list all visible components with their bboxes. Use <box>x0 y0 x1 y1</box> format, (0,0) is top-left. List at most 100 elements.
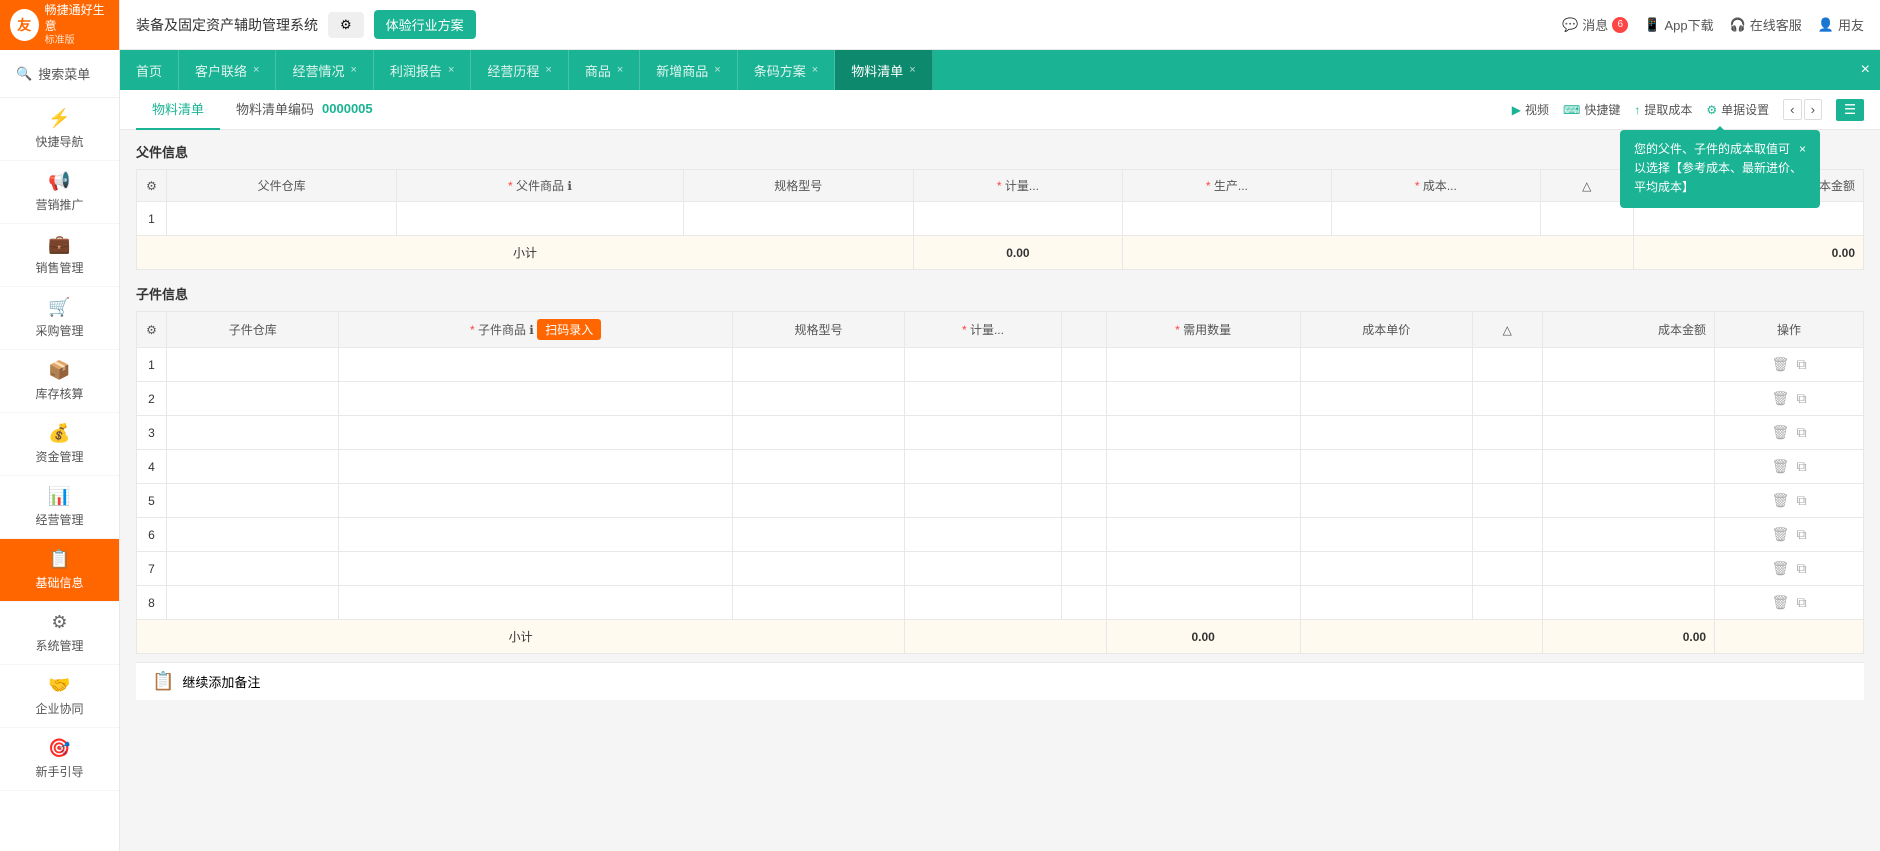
child-row-3-spec[interactable] <box>732 416 904 450</box>
shortcut-action[interactable]: ⌨ 快捷键 <box>1563 101 1620 118</box>
sidebar-item-11[interactable]: 🎯新手引导 <box>0 728 119 791</box>
child-row-2-unit[interactable] <box>905 382 1062 416</box>
subnav-item-material-code[interactable]: 物料清单编码 0000005 <box>220 90 389 130</box>
parent-row-1-cost[interactable] <box>1331 202 1540 236</box>
child-row-6-warehouse[interactable] <box>167 518 339 552</box>
child-row-4-unit[interactable] <box>905 450 1062 484</box>
delete-icon-1[interactable]: 🗑 <box>1771 356 1789 372</box>
child-row-5-product[interactable] <box>339 484 732 518</box>
child-row-8-unit-cost[interactable] <box>1300 586 1472 620</box>
sidebar-item-8[interactable]: 📋基础信息 <box>0 539 119 602</box>
child-row-3-warehouse[interactable] <box>167 416 339 450</box>
child-row-1-spec[interactable] <box>732 348 904 382</box>
subnav-item-material-list[interactable]: 物料清单 <box>136 90 220 130</box>
parent-row-1-spec[interactable] <box>683 202 913 236</box>
tab-8[interactable]: 物料清单× <box>835 50 932 90</box>
child-row-3-product[interactable] <box>339 416 732 450</box>
child-row-5-warehouse[interactable] <box>167 484 339 518</box>
sidebar-item-9[interactable]: ⚙系统管理 <box>0 602 119 665</box>
tab-close-3[interactable]: × <box>448 64 454 76</box>
extract-cost-action[interactable]: ↑ 提取成本 <box>1634 101 1692 118</box>
tab-0[interactable]: 首页 <box>120 50 179 90</box>
child-row-1-product[interactable] <box>339 348 732 382</box>
child-row-3-unit-cost[interactable] <box>1300 416 1472 450</box>
message-item[interactable]: 💬 消息 6 <box>1562 15 1628 34</box>
tab-close-6[interactable]: × <box>714 64 720 76</box>
delete-icon-3[interactable]: 🗑 <box>1771 424 1789 440</box>
scan-btn[interactable]: 扫码录入 <box>537 319 601 340</box>
child-row-2-spec[interactable] <box>732 382 904 416</box>
search-menu-button[interactable]: 🔍 搜索菜单 <box>8 58 111 89</box>
child-row-1-unit[interactable] <box>905 348 1062 382</box>
sidebar-item-1[interactable]: ⚡快捷导航 <box>0 98 119 161</box>
child-row-7-unit-cost[interactable] <box>1300 552 1472 586</box>
child-row-4-product[interactable] <box>339 450 732 484</box>
child-row-4-unit-cost[interactable] <box>1300 450 1472 484</box>
copy-icon-3[interactable]: ⧉ <box>1797 424 1807 440</box>
child-row-7-warehouse[interactable] <box>167 552 339 586</box>
child-row-7-unit[interactable] <box>905 552 1062 586</box>
tab-1[interactable]: 客户联络× <box>179 50 276 90</box>
child-row-2-product[interactable] <box>339 382 732 416</box>
child-row-5-spec[interactable] <box>732 484 904 518</box>
delete-icon-2[interactable]: 🗑 <box>1771 390 1789 406</box>
doc-settings-action[interactable]: ⚙ 单据设置 <box>1706 101 1769 118</box>
online-service-item[interactable]: 🎧 在线客服 <box>1730 15 1802 34</box>
delete-icon-6[interactable]: 🗑 <box>1771 526 1789 542</box>
experience-btn[interactable]: 体验行业方案 <box>374 10 476 39</box>
child-row-6-unit[interactable] <box>905 518 1062 552</box>
child-row-4-qty[interactable] <box>1106 450 1300 484</box>
child-row-5-unit-cost[interactable] <box>1300 484 1472 518</box>
child-row-4-warehouse[interactable] <box>167 450 339 484</box>
parent-row-1-product[interactable] <box>397 202 683 236</box>
tab-close-all[interactable]: × <box>1851 61 1880 79</box>
sidebar-item-2[interactable]: 📢营销推广 <box>0 161 119 224</box>
parent-row-1-unit[interactable] <box>913 202 1122 236</box>
sidebar-item-5[interactable]: 📦库存核算 <box>0 350 119 413</box>
copy-icon-4[interactable]: ⧉ <box>1797 458 1807 474</box>
tab-close-7[interactable]: × <box>812 64 818 76</box>
child-row-5-unit[interactable] <box>905 484 1062 518</box>
copy-icon-6[interactable]: ⧉ <box>1797 526 1807 542</box>
tab-5[interactable]: 商品× <box>569 50 640 90</box>
user-item[interactable]: 👤 用友 <box>1818 15 1864 34</box>
copy-icon-5[interactable]: ⧉ <box>1797 492 1807 508</box>
child-row-6-spec[interactable] <box>732 518 904 552</box>
settings-btn[interactable]: ⚙ <box>328 12 364 38</box>
sidebar-item-3[interactable]: 💼销售管理 <box>0 224 119 287</box>
copy-icon-7[interactable]: ⧉ <box>1797 560 1807 576</box>
child-row-8-warehouse[interactable] <box>167 586 339 620</box>
child-row-4-spec[interactable] <box>732 450 904 484</box>
list-view-btn[interactable]: ☰ <box>1836 99 1864 121</box>
tooltip-close-btn[interactable]: × <box>1799 140 1806 159</box>
sidebar-item-6[interactable]: 💰资金管理 <box>0 413 119 476</box>
tab-close-4[interactable]: × <box>545 64 551 76</box>
delete-icon-7[interactable]: 🗑 <box>1771 560 1789 576</box>
child-row-2-unit-cost[interactable] <box>1300 382 1472 416</box>
tab-7[interactable]: 条码方案× <box>738 50 835 90</box>
prev-arrow[interactable]: ‹ <box>1783 99 1801 120</box>
sidebar-item-4[interactable]: 🛒采购管理 <box>0 287 119 350</box>
delete-icon-8[interactable]: 🗑 <box>1771 594 1789 610</box>
child-row-3-qty[interactable] <box>1106 416 1300 450</box>
tab-6[interactable]: 新增商品× <box>640 50 737 90</box>
tab-4[interactable]: 经营历程× <box>471 50 568 90</box>
child-row-7-product[interactable] <box>339 552 732 586</box>
child-row-8-spec[interactable] <box>732 586 904 620</box>
child-th-settings[interactable]: ⚙ <box>137 312 167 348</box>
parent-row-1-warehouse[interactable] <box>167 202 397 236</box>
copy-icon-2[interactable]: ⧉ <box>1797 390 1807 406</box>
child-row-2-warehouse[interactable] <box>167 382 339 416</box>
child-row-5-qty[interactable] <box>1106 484 1300 518</box>
parent-th-settings[interactable]: ⚙ <box>137 170 167 202</box>
tab-2[interactable]: 经营情况× <box>276 50 373 90</box>
parent-row-1-production[interactable] <box>1122 202 1331 236</box>
child-row-6-qty[interactable] <box>1106 518 1300 552</box>
sidebar-item-10[interactable]: 🤝企业协同 <box>0 665 119 728</box>
child-row-1-unit-cost[interactable] <box>1300 348 1472 382</box>
child-row-1-warehouse[interactable] <box>167 348 339 382</box>
next-arrow[interactable]: › <box>1804 99 1822 120</box>
tab-close-1[interactable]: × <box>253 64 259 76</box>
parent-row-1-sort[interactable] <box>1540 202 1633 236</box>
child-row-8-unit[interactable] <box>905 586 1062 620</box>
